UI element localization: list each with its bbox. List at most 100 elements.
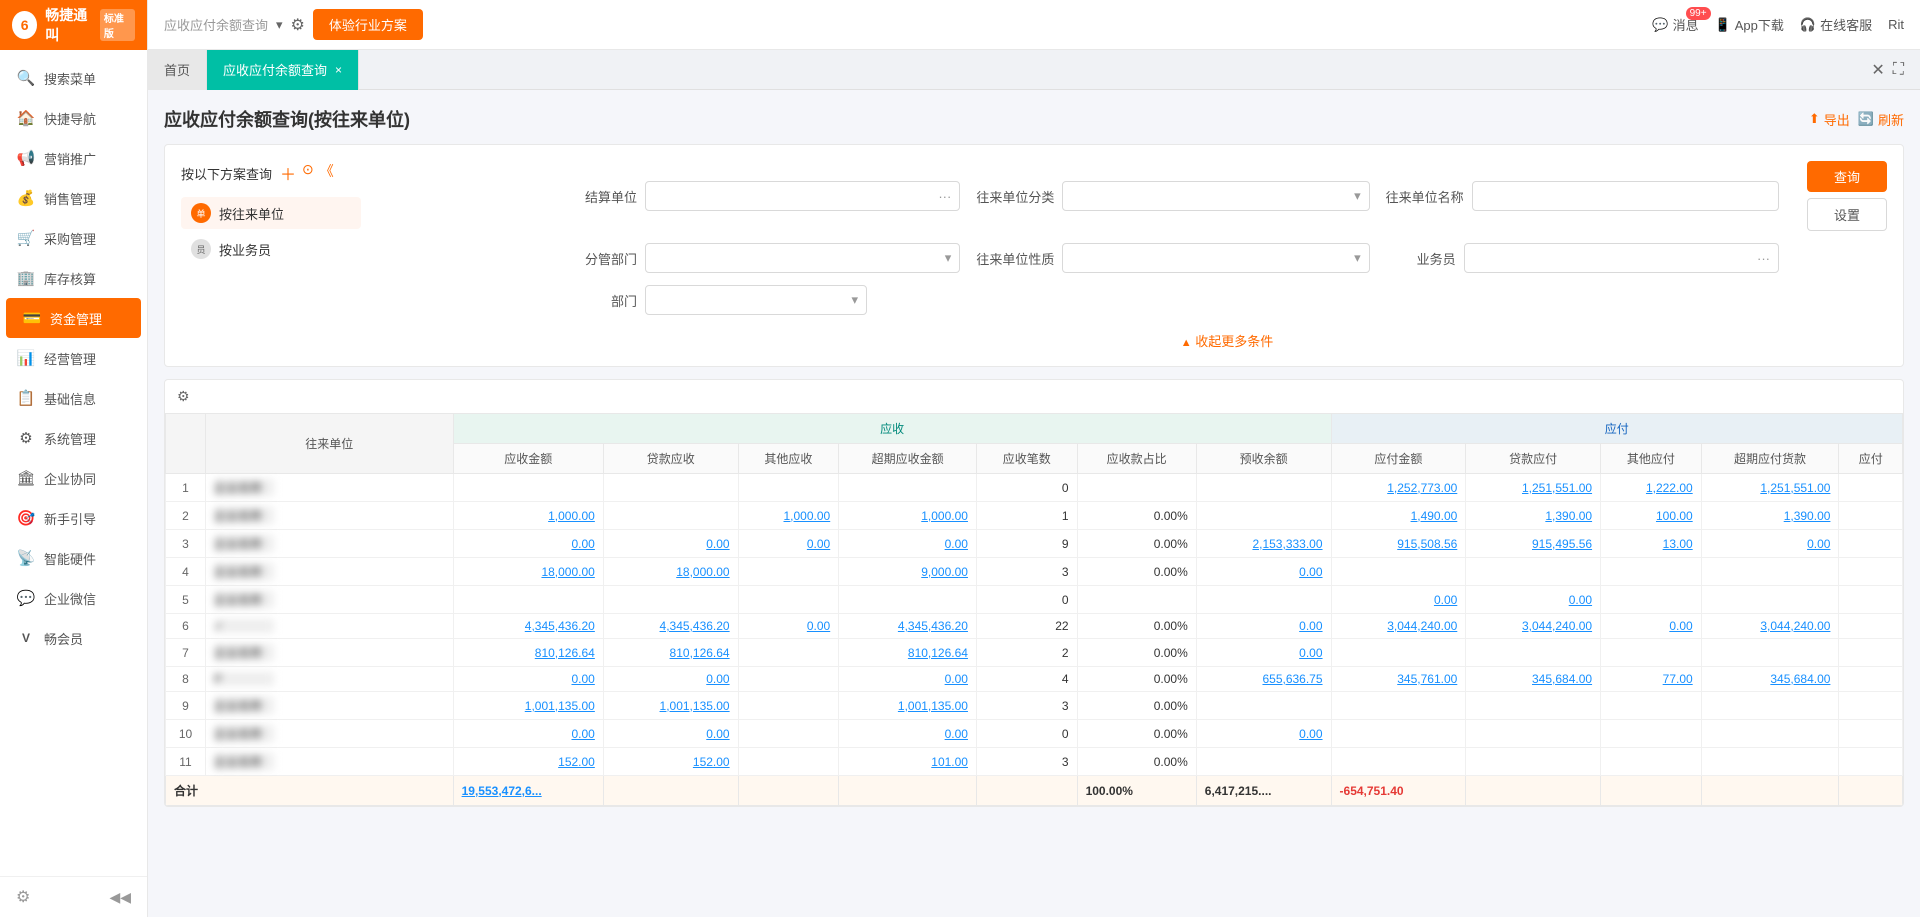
sidebar-item-purchase[interactable]: 🛒 采购管理 [0,218,147,258]
table-cell[interactable]: 0.00 [453,530,603,558]
sidebar-item-marketing[interactable]: 📢 营销推广 [0,138,147,178]
cta-button[interactable]: 体验行业方案 [313,9,423,40]
table-cell[interactable]: 18,000.00 [603,558,738,586]
table-cell[interactable]: 3,044,240.00 [1331,614,1466,639]
sidebar-item-basic[interactable]: 📋 基础信息 [0,378,147,418]
add-scheme-icon[interactable]: ＋ [280,161,296,185]
table-cell[interactable]: 152.00 [603,748,738,776]
table-cell[interactable]: 0.00 [1701,530,1839,558]
sidebar-item-wechat[interactable]: 💬 企业微信 [0,578,147,618]
tab-home[interactable]: 首页 [148,50,207,90]
table-cell[interactable]: 101.00 [839,748,977,776]
table-cell[interactable]: 1,222.00 [1601,474,1702,502]
sidebar-item-inventory[interactable]: 🏢 库存核算 [0,258,147,298]
edit-scheme-icon[interactable]: ⊙ [302,161,314,185]
table-cell[interactable]: 0.00 [453,667,603,692]
table-cell[interactable]: 345,684.00 [1466,667,1601,692]
table-cell[interactable]: 0.00 [738,614,839,639]
table-cell[interactable]: 9,000.00 [839,558,977,586]
tab-maximize-icon[interactable]: ⛶ [1893,61,1904,79]
table-cell[interactable]: 0.00 [839,667,977,692]
table-settings-icon[interactable]: ⚙ [177,388,190,405]
collapse-more[interactable]: ▲ 收起更多条件 [567,327,1887,350]
unit-name-input[interactable] [1472,181,1779,211]
service-button[interactable]: 🎧 在线客服 [1800,15,1872,34]
table-cell[interactable]: 0.00 [1466,586,1601,614]
sidebar-settings-icon[interactable]: ⚙ [16,887,30,907]
username-display[interactable]: Rit [1888,17,1904,32]
table-cell[interactable]: 0.00 [1196,558,1331,586]
table-cell[interactable]: 3,044,240.00 [1701,614,1839,639]
table-cell[interactable]: 100.00 [1601,502,1702,530]
table-cell[interactable]: 4,345,436.20 [603,614,738,639]
table-cell[interactable]: 0.00 [1196,639,1331,667]
table-cell[interactable]: 0.00 [603,667,738,692]
sidebar-item-member[interactable]: V 畅会员 [0,618,147,658]
table-cell[interactable]: 1,390.00 [1701,502,1839,530]
sidebar-item-enterprise[interactable]: 🏛 企业协同 [0,458,147,498]
header-settings-icon[interactable]: ⚙ [291,15,305,35]
table-cell[interactable]: 1,490.00 [1331,502,1466,530]
table-cell[interactable]: 2,153,333.00 [1196,530,1331,558]
table-cell[interactable]: 152.00 [453,748,603,776]
table-cell[interactable]: 810,126.64 [603,639,738,667]
sidebar-item-hardware[interactable]: 📡 智能硬件 [0,538,147,578]
table-cell[interactable]: 4,345,436.20 [453,614,603,639]
table-cell[interactable]: 345,684.00 [1701,667,1839,692]
sidebar-item-quick-nav[interactable]: 🏠 快捷导航 [0,98,147,138]
table-cell[interactable]: 0.00 [738,530,839,558]
table-cell[interactable]: 810,126.64 [839,639,977,667]
sidebar-item-system[interactable]: ⚙ 系统管理 [0,418,147,458]
table-cell[interactable]: 3,044,240.00 [1466,614,1601,639]
table-cell[interactable]: 1,000.00 [453,502,603,530]
table-cell[interactable]: 1,000.00 [839,502,977,530]
table-cell[interactable]: 13.00 [1601,530,1702,558]
table-cell[interactable]: 0.00 [1196,720,1331,748]
unit-category-select[interactable]: ▾ [1062,181,1369,211]
refresh-button[interactable]: 🔄 刷新 [1858,110,1904,129]
table-cell[interactable]: 0.00 [603,720,738,748]
tab-close-window-icon[interactable]: ✕ [1871,60,1884,80]
sidebar-item-finance[interactable]: 💳 资金管理 [6,298,141,338]
table-cell[interactable]: 1,000.00 [738,502,839,530]
table-cell[interactable]: 1,001,135.00 [453,692,603,720]
table-cell[interactable]: 18,000.00 [453,558,603,586]
table-cell[interactable]: 0.00 [1331,586,1466,614]
table-cell[interactable]: 1,001,135.00 [603,692,738,720]
table-cell[interactable]: 4,345,436.20 [839,614,977,639]
table-cell[interactable]: 915,495.56 [1466,530,1601,558]
table-cell[interactable]: 0.00 [839,720,977,748]
breadcrumb-dropdown-icon[interactable]: ▾ [276,17,283,33]
table-cell[interactable]: 0.00 [603,530,738,558]
table-cell[interactable]: 0.00 [839,530,977,558]
sidebar-item-search-menu[interactable]: 🔍 搜索菜单 [0,58,147,98]
settlement-input[interactable]: ··· [645,181,960,211]
table-cell[interactable]: 915,508.56 [1331,530,1466,558]
table-cell[interactable]: 1,001,135.00 [839,692,977,720]
export-button[interactable]: ⬆ 导出 [1809,110,1850,129]
table-cell[interactable]: 810,126.64 [453,639,603,667]
app-download-button[interactable]: 📱 App下载 [1715,15,1784,34]
table-cell[interactable]: 77.00 [1601,667,1702,692]
table-cell[interactable]: 655,636.75 [1196,667,1331,692]
table-cell[interactable]: 0.00 [453,720,603,748]
sidebar-item-operation[interactable]: 📊 经营管理 [0,338,147,378]
tab-ar-ap[interactable]: 应收应付余额查询 × [207,50,359,90]
sidebar-item-guide[interactable]: 🎯 新手引导 [0,498,147,538]
sidebar-item-sales[interactable]: 💰 销售管理 [0,178,147,218]
table-cell[interactable]: 1,251,551.00 [1466,474,1601,502]
salesman-input[interactable]: ··· [1464,243,1779,273]
table-cell[interactable]: 0.00 [1601,614,1702,639]
scheme-by-salesman[interactable]: 员 按业务员 [181,233,361,265]
sidebar-collapse-icon[interactable]: ◀◀ [109,889,131,906]
table-cell[interactable]: 345,761.00 [1331,667,1466,692]
department-select[interactable]: ▾ [645,285,867,315]
message-button[interactable]: 💬 消息 99+ [1652,15,1698,34]
dept-select[interactable]: ▾ [645,243,960,273]
table-cell[interactable]: 1,251,551.00 [1701,474,1839,502]
table-cell[interactable]: 1,252,773.00 [1331,474,1466,502]
table-cell[interactable]: 0.00 [1196,614,1331,639]
collapse-scheme-icon[interactable]: 《 [320,161,334,185]
settings-button[interactable]: 设置 [1807,198,1887,231]
table-cell[interactable]: 1,390.00 [1466,502,1601,530]
